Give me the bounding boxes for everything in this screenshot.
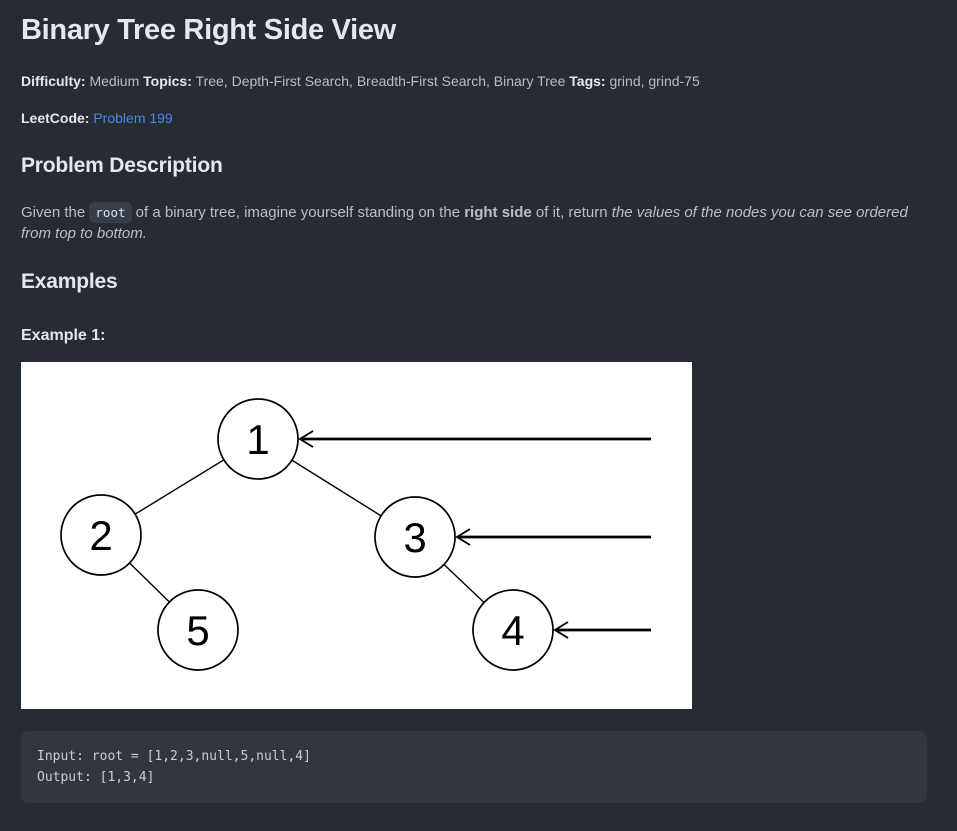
difficulty-value: Medium (89, 73, 140, 90)
node-label-3: 3 (403, 514, 426, 561)
node-label-2: 2 (89, 512, 112, 559)
problem-page: Binary Tree Right Side View Difficulty: … (0, 12, 957, 804)
binary-tree-diagram: 1 2 3 5 4 (21, 362, 692, 710)
desc-text-before: Given the (21, 204, 86, 222)
topics-value: Tree, Depth-First Search, Breadth-First … (195, 73, 566, 90)
inline-code-root: root (89, 202, 132, 224)
examples-heading: Examples (21, 270, 118, 294)
tags-label: Tags: (569, 73, 606, 90)
example-1-io-code-block: Input: root = [1,2,3,null,5,null,4] Outpu… (21, 731, 927, 804)
node-label-5: 5 (186, 607, 209, 654)
desc-text-middle: of a binary tree, imagine yourself stand… (135, 204, 461, 222)
desc-text-after: of it, return (535, 204, 608, 222)
leetcode-line: LeetCode: Problem 199 (21, 108, 927, 128)
problem-description-text: Given the root of a binary tree, imagine… (21, 202, 921, 244)
example-1-label: Example 1: (21, 327, 106, 345)
right-side-view-arrows (298, 430, 651, 640)
meta-line: Difficulty: Medium Topics: Tree, Depth-F… (21, 71, 927, 91)
leetcode-problem-link[interactable]: Problem 199 (93, 110, 172, 126)
problem-description-heading: Problem Description (21, 154, 223, 178)
binary-tree-svg: 1 2 3 5 4 (60, 398, 651, 672)
code-line-output: Output: [1,3,4] (37, 770, 155, 786)
page-title: Binary Tree Right Side View (21, 14, 396, 46)
node-label-1: 1 (246, 416, 269, 463)
desc-bold-right-side: right side (464, 204, 532, 222)
node-label-4: 4 (501, 607, 524, 654)
topics-label: Topics: (143, 73, 192, 90)
tags-value: grind, grind-75 (609, 73, 700, 90)
difficulty-label: Difficulty: (21, 73, 86, 90)
leetcode-label: LeetCode: (21, 110, 90, 127)
code-line-input: Input: root = [1,2,3,null,5,null,4] (37, 749, 311, 765)
